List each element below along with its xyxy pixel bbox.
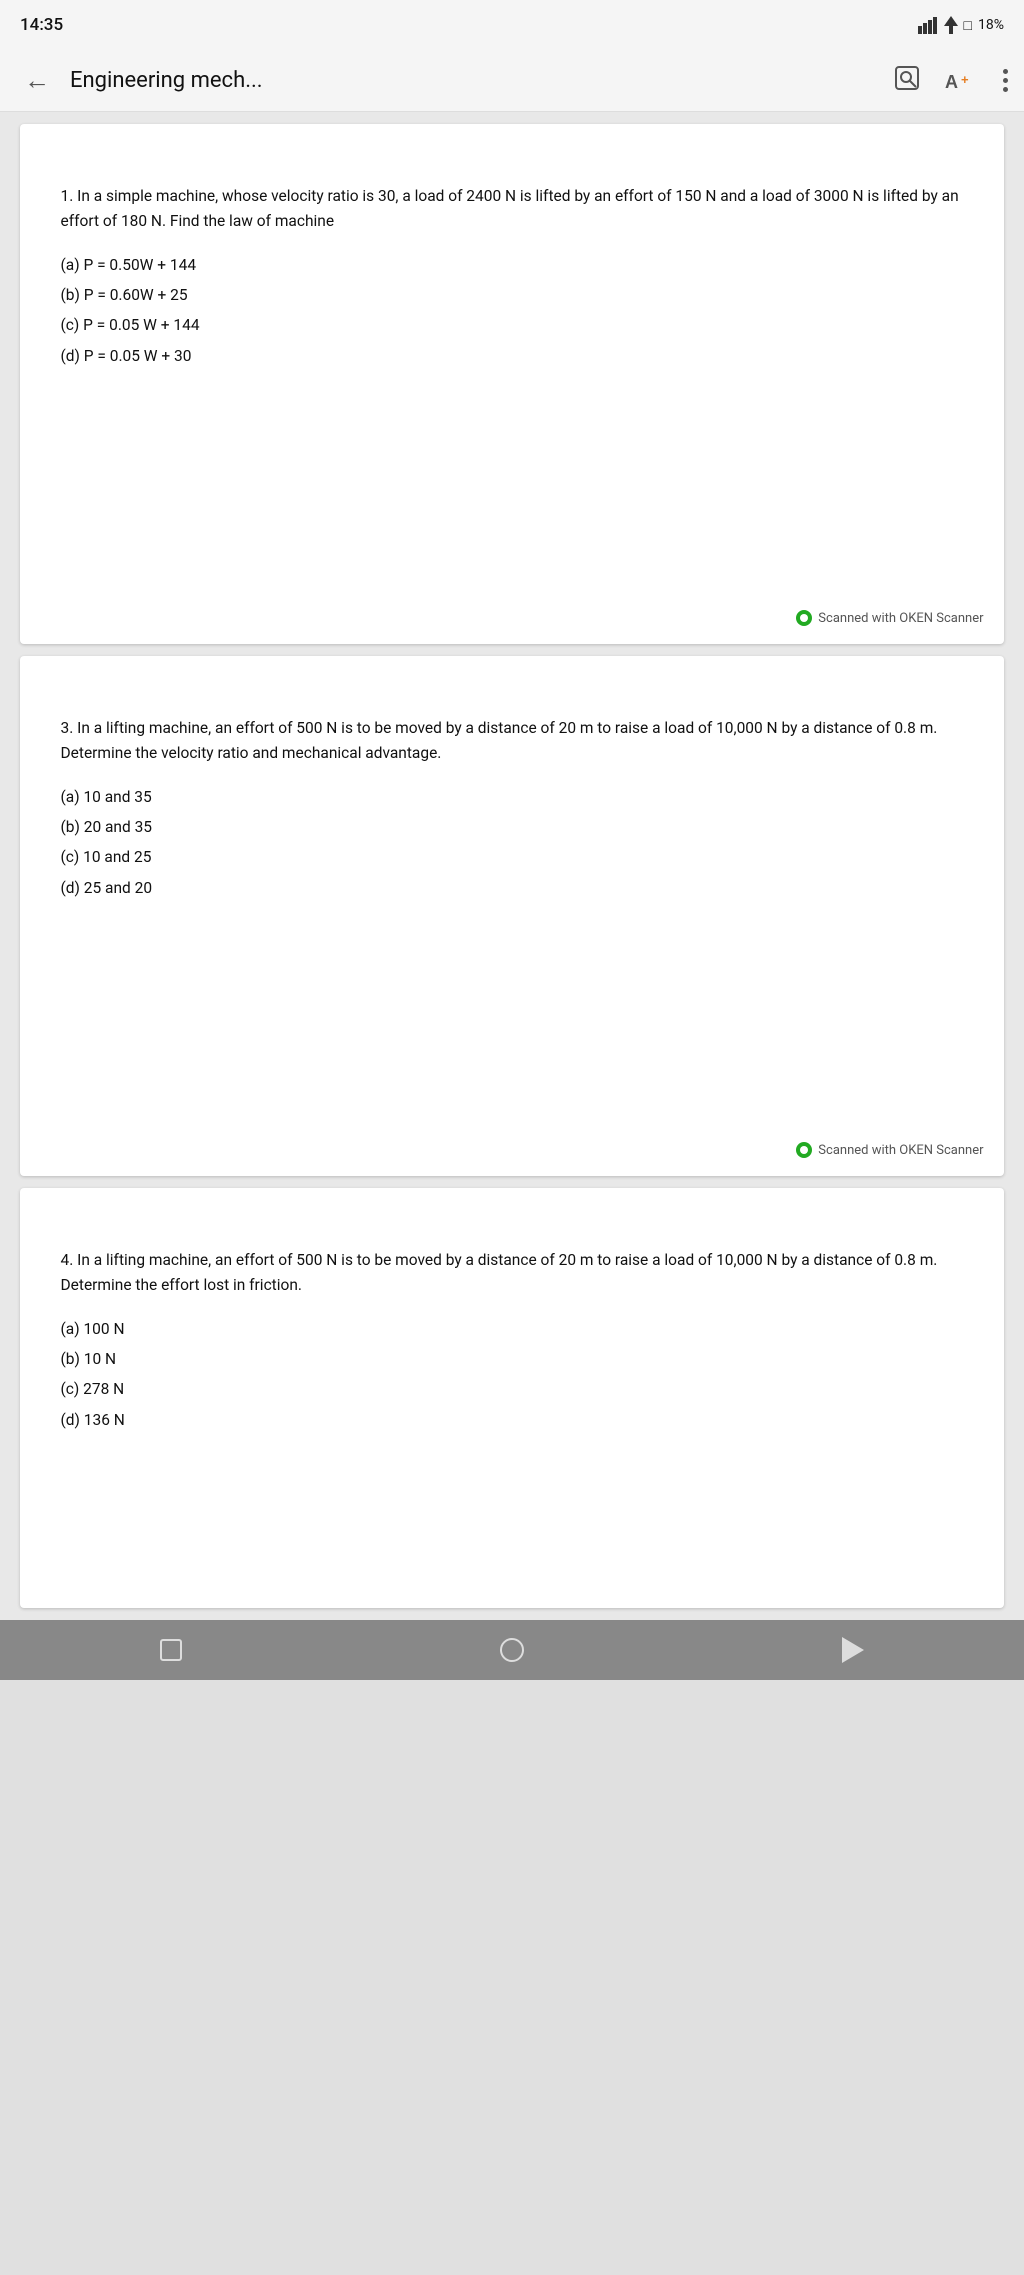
oken-logo-3: [796, 1142, 812, 1158]
status-time: 14:35: [20, 15, 63, 35]
question-4-option-a: (a) 100 N: [60, 1316, 963, 1342]
question-1-option-d: (d) P = 0.05 W + 30: [60, 343, 963, 369]
status-icons: □ 18%: [918, 16, 1004, 34]
question-4-option-b: (b) 10 N: [60, 1346, 963, 1372]
question-3-option-a: (a) 10 and 35: [60, 784, 963, 810]
dot-3: [1003, 87, 1008, 92]
battery-percent: 18%: [978, 17, 1004, 33]
question-3-option-d: (d) 25 and 20: [60, 875, 963, 901]
square-icon: [160, 1639, 182, 1661]
page-card-4: 4. In a lifting machine, an effort of 50…: [20, 1188, 1003, 1608]
question-1-text: 1. In a simple machine, whose velocity r…: [60, 184, 963, 234]
back-button[interactable]: ←: [16, 61, 58, 100]
page-card-1: 1. In a simple machine, whose velocity r…: [20, 124, 1003, 644]
svg-text:A: A: [945, 72, 958, 92]
oken-logo-1: [796, 610, 812, 626]
triangle-icon: [842, 1637, 864, 1663]
circle-icon: [500, 1638, 524, 1662]
question-3-option-c: (c) 10 and 25: [60, 844, 963, 870]
recent-apps-button[interactable]: [156, 1635, 186, 1665]
svg-text:+: +: [961, 72, 969, 87]
status-bar: 14:35 □ 18%: [0, 0, 1024, 50]
question-1-option-a: (a) P = 0.50W + 144: [60, 252, 963, 278]
signal-icon: [918, 16, 938, 34]
question-4-option-c: (c) 278 N: [60, 1376, 963, 1402]
content-area: 1. In a simple machine, whose velocity r…: [0, 112, 1024, 1620]
oken-badge-3: Scanned with OKEN Scanner: [796, 1142, 983, 1158]
search-icon: [895, 66, 921, 92]
overflow-menu-button[interactable]: [1003, 69, 1008, 92]
question-1-option-b: (b) P = 0.60W + 25: [60, 282, 963, 308]
question-3-text: 3. In a lifting machine, an effort of 50…: [60, 716, 963, 766]
search-button[interactable]: [895, 66, 921, 96]
battery-indicator: □: [964, 17, 972, 34]
question-1-option-c: (c) P = 0.05 W + 144: [60, 312, 963, 338]
dot-2: [1003, 78, 1008, 83]
app-bar: ← Engineering mech... A +: [0, 50, 1024, 112]
page-card-3: 3. In a lifting machine, an effort of 50…: [20, 656, 1003, 1176]
bottom-nav: [0, 1620, 1024, 1680]
oken-label-1: Scanned with OKEN Scanner: [818, 611, 983, 626]
question-4-option-d: (d) 136 N: [60, 1407, 963, 1433]
app-bar-actions: A +: [895, 66, 1008, 96]
back-nav-button[interactable]: [838, 1635, 868, 1665]
upload-icon: [944, 16, 958, 34]
font-size-button[interactable]: A +: [945, 68, 979, 94]
aplus-icon: A +: [945, 68, 979, 94]
app-bar-title: Engineering mech...: [70, 68, 883, 93]
oken-label-3: Scanned with OKEN Scanner: [818, 1143, 983, 1158]
question-4-text: 4. In a lifting machine, an effort of 50…: [60, 1248, 963, 1298]
oken-badge-1: Scanned with OKEN Scanner: [796, 610, 983, 626]
home-button[interactable]: [497, 1635, 527, 1665]
dot-1: [1003, 69, 1008, 74]
question-3-option-b: (b) 20 and 35: [60, 814, 963, 840]
